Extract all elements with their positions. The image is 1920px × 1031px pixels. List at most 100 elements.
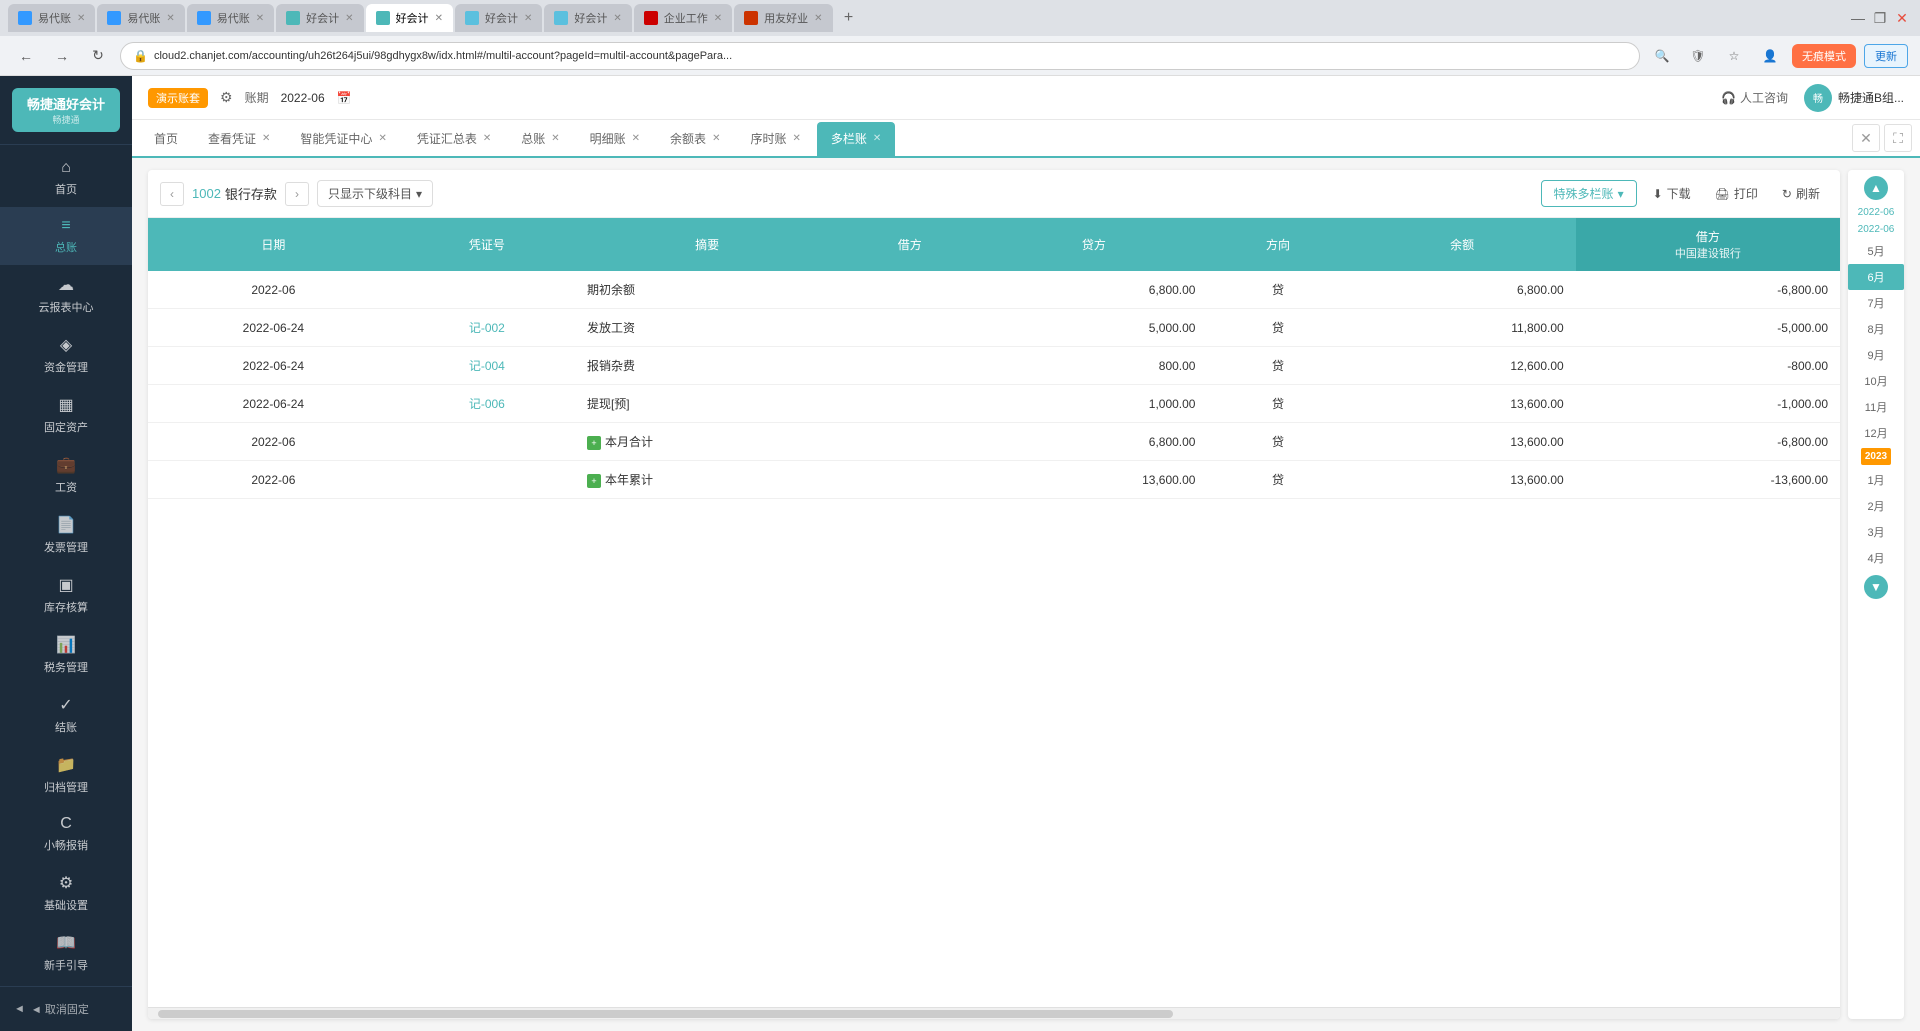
tab-close-3[interactable]: ✕ (256, 13, 264, 24)
tab-7[interactable]: 好会计 ✕ (544, 4, 631, 32)
prev-account-button[interactable]: ‹ (160, 182, 184, 206)
tab-page-voucher-summary[interactable]: 凭证汇总表 ✕ (403, 122, 505, 157)
tab-page-balance-sheet[interactable]: 余额表 ✕ (656, 122, 734, 157)
tab-close-6[interactable]: ✕ (524, 13, 532, 24)
unpin-button[interactable]: ◄ ◄ 取消固定 (10, 997, 122, 1021)
refresh-button[interactable]: ↻ (84, 42, 112, 70)
date-item-jul[interactable]: 7月 (1848, 290, 1904, 316)
tab-close-4[interactable]: ✕ (345, 13, 353, 24)
voucher-link[interactable]: 记-002 (469, 321, 505, 335)
tab-5[interactable]: 好会计 ✕ (366, 4, 453, 32)
tab-close-smart-center[interactable]: ✕ (378, 133, 386, 144)
minimize-button[interactable]: — (1848, 8, 1868, 28)
sidebar-item-home[interactable]: ⌂ 首页 (0, 149, 132, 207)
tab-3[interactable]: 易代账 ✕ (187, 4, 274, 32)
cell-voucher[interactable]: 记-004 (399, 347, 575, 385)
date-item-aug[interactable]: 8月 (1848, 316, 1904, 342)
sidebar-item-payroll[interactable]: 💼 工资 (0, 445, 132, 505)
tab-4[interactable]: 好会计 ✕ (276, 4, 363, 32)
forward-button[interactable]: → (48, 42, 76, 70)
consult-button[interactable]: 🎧 人工咨询 (1721, 89, 1788, 106)
tab-page-detail-ledger[interactable]: 明细账 ✕ (576, 122, 654, 157)
sidebar-item-archive[interactable]: 📁 归档管理 (0, 745, 132, 805)
next-account-button[interactable]: › (285, 182, 309, 206)
cell-voucher[interactable]: 记-002 (399, 309, 575, 347)
tab-9[interactable]: 用友好业 ✕ (734, 4, 832, 32)
search-icon[interactable]: 🔍 (1648, 42, 1676, 70)
tab-close-7[interactable]: ✕ (613, 13, 621, 24)
maximize-button[interactable]: ❐ (1870, 8, 1890, 28)
topbar-settings-icon[interactable]: ⚙ (220, 89, 233, 106)
wuhen-mode-button[interactable]: 无痕模式 (1792, 44, 1856, 68)
tab-2[interactable]: 易代账 ✕ (97, 4, 184, 32)
sidebar-item-general-ledger[interactable]: ≡ 总账 (0, 207, 132, 265)
multi-col-type-button[interactable]: 特殊多栏账 ▾ (1541, 180, 1637, 207)
sidebar-item-tax[interactable]: 📊 税务管理 (0, 625, 132, 685)
tab-1[interactable]: 易代账 ✕ (8, 4, 95, 32)
cell-voucher[interactable]: 记-006 (399, 385, 575, 423)
star-icon[interactable]: ☆ (1720, 42, 1748, 70)
date-item-oct[interactable]: 10月 (1848, 368, 1904, 394)
refresh-button[interactable]: ↻ 刷新 (1774, 181, 1828, 206)
expand-tab-button[interactable]: ⛶ (1884, 124, 1912, 152)
tab-close-2[interactable]: ✕ (166, 13, 174, 24)
sidebar-item-fixed-assets[interactable]: ▦ 固定资产 (0, 385, 132, 445)
download-button[interactable]: ⬇ 下载 (1645, 181, 1699, 206)
sidebar-item-cloud-report[interactable]: ☁ 云报表中心 (0, 265, 132, 325)
tab-close-8[interactable]: ✕ (714, 13, 722, 24)
profile-icon[interactable]: 👤 (1756, 42, 1784, 70)
tab-close-1[interactable]: ✕ (77, 13, 85, 24)
url-input[interactable]: 🔒 cloud2.chanjet.com/accounting/uh26t264… (120, 42, 1640, 70)
tab-close-detail-ledger[interactable]: ✕ (632, 133, 640, 144)
date-item-jan[interactable]: 1月 (1848, 467, 1904, 493)
date-scroll-up-button[interactable]: ▲ (1864, 176, 1888, 200)
sidebar-item-inventory[interactable]: ▣ 库存核算 (0, 565, 132, 625)
sidebar-item-settle[interactable]: ✓ 结账 (0, 685, 132, 745)
tab-page-multi-col[interactable]: 多栏账 ✕ (817, 122, 895, 157)
close-window-button[interactable]: ✕ (1892, 8, 1912, 28)
date-scroll-down-button[interactable]: ▼ (1864, 575, 1888, 599)
voucher-link[interactable]: 记-004 (469, 359, 505, 373)
tab-close-voucher-view[interactable]: ✕ (262, 133, 270, 144)
tab-close-schedule-ledger[interactable]: ✕ (792, 133, 800, 144)
date-item-feb[interactable]: 2月 (1848, 493, 1904, 519)
date-item-jun[interactable]: 6月 (1848, 264, 1904, 290)
tab-6[interactable]: 好会计 ✕ (455, 4, 542, 32)
lock-icon: 🔒 (133, 49, 148, 63)
date-item-may[interactable]: 5月 (1848, 238, 1904, 264)
sidebar-item-settings[interactable]: ⚙ 基础设置 (0, 863, 132, 923)
sidebar-item-invoice[interactable]: 📄 发票管理 (0, 505, 132, 565)
sidebar-item-expense[interactable]: C 小畅报销 (0, 805, 132, 863)
date-item-apr[interactable]: 4月 (1848, 545, 1904, 571)
tab-close-multi-col[interactable]: ✕ (873, 133, 881, 144)
tab-close-5[interactable]: ✕ (435, 13, 443, 24)
tab-page-voucher-view[interactable]: 查看凭证 ✕ (194, 122, 284, 157)
back-button[interactable]: ← (12, 42, 40, 70)
close-tab-button[interactable]: ✕ (1852, 124, 1880, 152)
tab-close-balance-sheet[interactable]: ✕ (712, 133, 720, 144)
sidebar-item-guide[interactable]: 📖 新手引导 (0, 923, 132, 983)
date-item-sep[interactable]: 9月 (1848, 342, 1904, 368)
tab-page-home[interactable]: 首页 (140, 122, 192, 157)
tab-close-general-ledger[interactable]: ✕ (551, 133, 559, 144)
date-item-mar[interactable]: 3月 (1848, 519, 1904, 545)
print-button[interactable]: 🖨 打印 (1707, 181, 1766, 206)
date-item-nov[interactable]: 11月 (1848, 394, 1904, 420)
tab-page-schedule-ledger[interactable]: 序时账 ✕ (736, 122, 814, 157)
date-item-dec[interactable]: 12月 (1848, 420, 1904, 446)
shield-icon[interactable]: 🛡 (1684, 42, 1712, 70)
horizontal-scrollbar[interactable] (148, 1007, 1840, 1019)
update-button[interactable]: 更新 (1864, 44, 1908, 68)
calendar-icon[interactable]: 📅 (337, 91, 352, 105)
date-year-badge-2023[interactable]: 2023 (1861, 448, 1891, 465)
voucher-link[interactable]: 记-006 (469, 397, 505, 411)
tab-page-smart-center[interactable]: 智能凭证中心 ✕ (286, 122, 400, 157)
sidebar-item-fund[interactable]: ◈ 资金管理 (0, 325, 132, 385)
filter-button[interactable]: 只显示下级科目 ▾ (317, 180, 433, 207)
scrollbar-thumb[interactable] (158, 1010, 1173, 1018)
tab-close-voucher-summary[interactable]: ✕ (483, 133, 491, 144)
tab-close-9[interactable]: ✕ (814, 13, 822, 24)
new-tab-button[interactable]: + (835, 4, 863, 32)
tab-8[interactable]: 企业工作 ✕ (634, 4, 732, 32)
tab-page-general-ledger[interactable]: 总账 ✕ (507, 122, 573, 157)
